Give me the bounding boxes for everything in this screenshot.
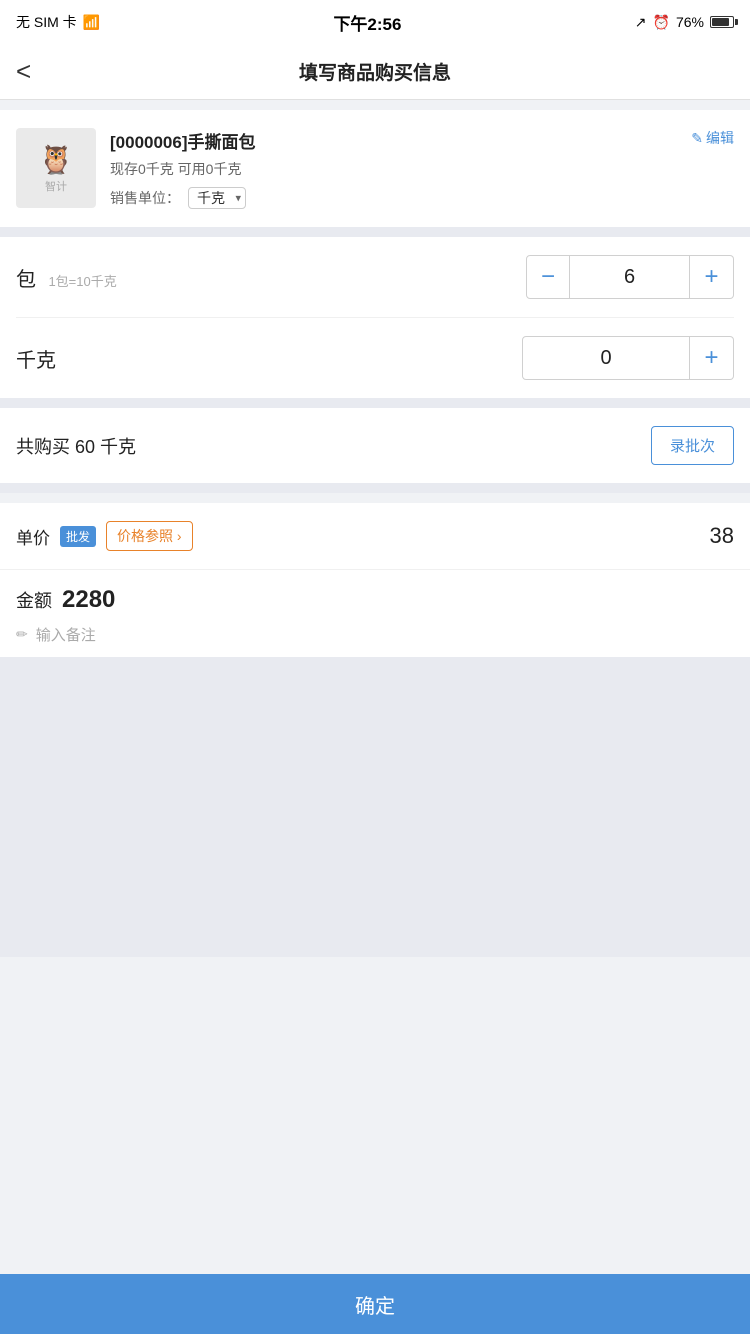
product-stock: 现存0千克 可用0千克 — [110, 159, 734, 179]
price-value: 38 — [710, 523, 734, 549]
section-divider-3 — [0, 483, 750, 493]
status-time: 下午2:56 — [333, 10, 401, 35]
amount-row: 金额 2280 — [16, 586, 734, 614]
bao-sub-label: 1包=10千克 — [48, 274, 116, 289]
confirm-button[interactable]: 确定 — [355, 1290, 395, 1319]
gray-area — [0, 657, 750, 957]
price-ref-button[interactable]: 价格参照 › — [106, 521, 193, 551]
bao-minus-button[interactable]: − — [526, 255, 570, 299]
bao-input-row: 包 1包=10千克 − + — [16, 237, 734, 318]
price-label: 单价 — [16, 524, 50, 549]
amount-section: 金额 2280 ✏ 输入备注 — [0, 569, 750, 657]
unit-select[interactable]: 千克 包 — [188, 187, 246, 209]
product-logo-text: 智计 — [45, 178, 67, 194]
unit-select-wrap[interactable]: 千克 包 — [188, 187, 246, 209]
product-image: 🦉 智计 — [16, 128, 96, 208]
product-info: [0000006]手撕面包 ✎ 编辑 现存0千克 可用0千克 销售单位： 千克 … — [110, 128, 734, 209]
section-divider-1 — [0, 227, 750, 237]
bao-input-field[interactable] — [570, 255, 690, 299]
edit-icon: ✎ — [691, 130, 703, 147]
product-card: 🦉 智计 [0000006]手撕面包 ✎ 编辑 现存0千克 可用0千克 销售单位… — [0, 110, 750, 227]
bao-label-group: 包 1包=10千克 — [16, 263, 117, 292]
pencil-icon: ✏ — [16, 626, 28, 643]
page-title: 填写商品购买信息 — [299, 58, 451, 85]
unit-label: 销售单位： — [110, 188, 180, 208]
battery-percent: 76% — [676, 14, 704, 30]
remark-row[interactable]: ✏ 输入备注 — [16, 624, 734, 645]
location-icon: ↗ — [635, 14, 647, 31]
bao-input-control: − + — [526, 255, 734, 299]
kg-label: 千克 — [16, 350, 56, 372]
kg-label-group: 千克 — [16, 344, 56, 373]
section-divider-2 — [0, 398, 750, 408]
confirm-bar[interactable]: 确定 — [0, 1274, 750, 1334]
nav-bar: < 填写商品购买信息 — [0, 44, 750, 100]
status-right: ↗ ⏰ 76% — [635, 14, 734, 31]
bao-label: 包 — [16, 269, 36, 291]
wifi-icon: 📶 — [83, 14, 100, 31]
edit-label: 编辑 — [706, 128, 734, 148]
edit-button[interactable]: ✎ 编辑 — [691, 128, 734, 148]
record-batch-button[interactable]: 录批次 — [651, 426, 734, 465]
amount-value: 2280 — [62, 586, 115, 614]
battery-icon — [710, 16, 734, 28]
kg-input-row: 千克 + — [16, 318, 734, 398]
no-sim-label: 无 SIM 卡 — [16, 12, 77, 32]
remark-label: 输入备注 — [36, 624, 96, 645]
kg-plus-button[interactable]: + — [690, 336, 734, 380]
input-section: 包 1包=10千克 − + 千克 + — [0, 237, 750, 398]
product-unit-row: 销售单位： 千克 包 — [110, 187, 734, 209]
back-button[interactable]: < — [16, 56, 31, 87]
amount-label: 金额 — [16, 587, 52, 613]
summary-text: 共购买 60 千克 — [16, 433, 136, 459]
bao-plus-button[interactable]: + — [690, 255, 734, 299]
status-bar: 无 SIM 卡 📶 下午2:56 ↗ ⏰ 76% — [0, 0, 750, 44]
alarm-icon: ⏰ — [653, 14, 670, 31]
price-tag: 批发 — [60, 526, 96, 547]
price-section: 单价 批发 价格参照 › 38 — [0, 503, 750, 569]
product-logo-icon: 🦉 — [39, 143, 74, 176]
kg-input-control: + — [522, 336, 734, 380]
status-left: 无 SIM 卡 📶 — [16, 12, 100, 32]
kg-input-field[interactable] — [522, 336, 690, 380]
product-name: [0000006]手撕面包 — [110, 128, 256, 153]
summary-section: 共购买 60 千克 录批次 — [0, 408, 750, 483]
